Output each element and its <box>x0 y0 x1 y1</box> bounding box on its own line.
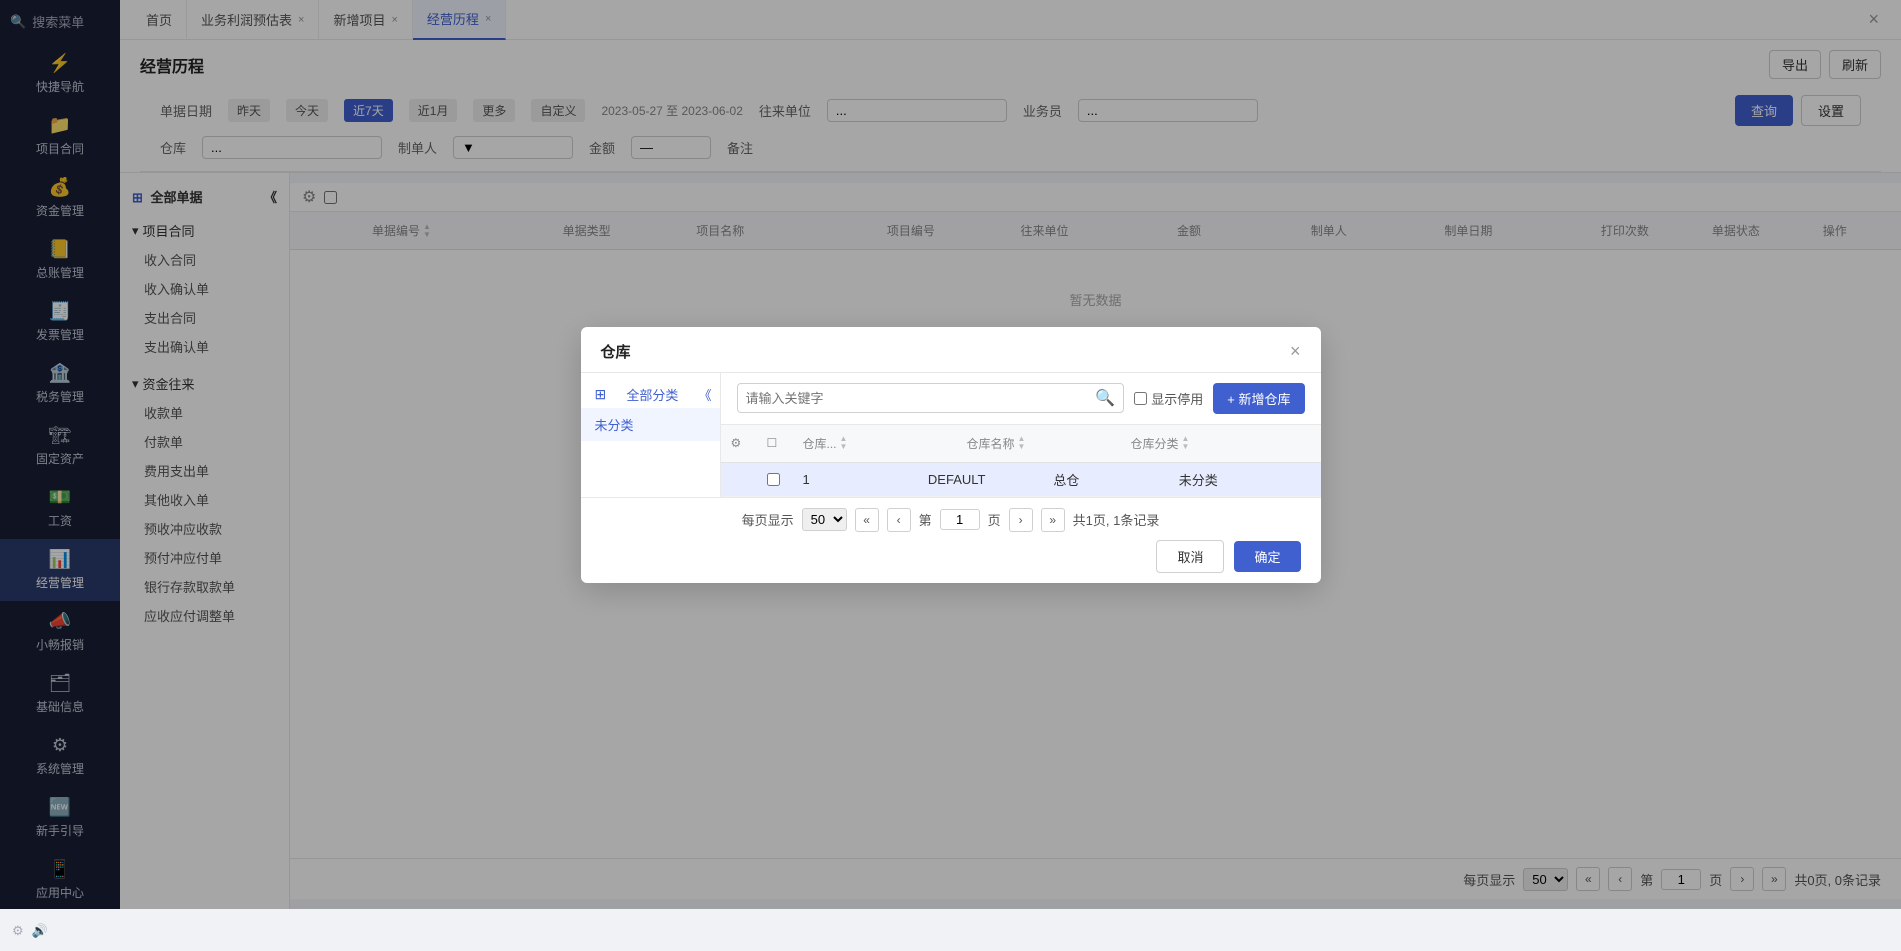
modal-table-header: ⚙ ☐ 仓库... ▲▼ 仓库名称 ▲▼ 仓库分类 ▲▼ <box>721 425 1321 463</box>
modal-sidebar-header[interactable]: ⊞ 全部分类 《 <box>581 381 720 408</box>
modal-th-gear: ⚙ <box>721 432 757 454</box>
cancel-button[interactable]: 取消 <box>1156 540 1224 573</box>
modal-overlay: 仓库 × ⊞ 全部分类 《 未分类 <box>0 0 1901 909</box>
modal-row-index: 1 <box>793 465 918 494</box>
modal-warehouse: 仓库 × ⊞ 全部分类 《 未分类 <box>581 327 1321 583</box>
modal-page-input[interactable] <box>940 509 980 530</box>
modal-search-icon: 🔍 <box>1095 388 1115 408</box>
add-warehouse-button[interactable]: + 新增仓库 <box>1213 383 1304 414</box>
modal-row-category: 未分类 <box>1169 463 1321 496</box>
show-disabled-checkbox[interactable] <box>1134 392 1147 405</box>
show-disabled-label[interactable]: 显示停用 <box>1134 389 1203 408</box>
modal-row-name: 总仓 <box>1043 463 1168 496</box>
settings-icon[interactable]: ⚙ <box>12 923 24 939</box>
modal-row-code: DEFAULT <box>918 465 1043 494</box>
volume-icon[interactable]: 🔊 <box>32 923 48 939</box>
all-categories-label: 全部分类 <box>626 385 678 404</box>
modal-th-name: 仓库名称 ▲▼ <box>957 431 1121 456</box>
modal-page-first[interactable]: « <box>855 508 879 532</box>
modal-row-checkbox[interactable] <box>767 473 780 486</box>
modal-page-last[interactable]: » <box>1041 508 1065 532</box>
modal-content: 🔍 显示停用 + 新增仓库 ⚙ ☐ 仓库... ▲▼ <box>721 373 1321 497</box>
modal-title: 仓库 <box>601 341 631 362</box>
modal-th-code: 仓库... ▲▼ <box>793 431 957 456</box>
modal-close-icon[interactable]: × <box>1290 341 1301 362</box>
modal-page-label: 页 <box>988 510 1001 529</box>
modal-row-gear <box>721 472 757 486</box>
modal-search-input[interactable] <box>746 391 1090 406</box>
modal-table: ⚙ ☐ 仓库... ▲▼ 仓库名称 ▲▼ 仓库分类 ▲▼ <box>721 425 1321 497</box>
modal-header: 仓库 × <box>581 327 1321 373</box>
modal-sidebar-uncategorized-label: 未分类 <box>595 415 634 434</box>
modal-page-word: 第 <box>919 510 932 529</box>
modal-per-page-select[interactable]: 50 <box>802 508 847 531</box>
modal-total-label: 共1页, 1条记录 <box>1073 510 1160 529</box>
modal-sidebar-collapse[interactable]: 《 <box>698 385 711 404</box>
modal-table-row[interactable]: 1 DEFAULT 总仓 未分类 <box>721 463 1321 497</box>
modal-footer: 每页显示 50 « ‹ 第 页 › » 共1页, 1条记录 取消 确定 <box>581 497 1321 583</box>
modal-sidebar-uncategorized[interactable]: 未分类 <box>581 408 720 441</box>
modal-row-check[interactable] <box>757 466 793 493</box>
modal-pagination: 每页显示 50 « ‹ 第 页 › » 共1页, 1条记录 <box>601 508 1301 532</box>
sidebar-bottom: ⚙ 🔊 <box>0 911 120 951</box>
modal-sidebar: ⊞ 全部分类 《 未分类 <box>581 373 721 497</box>
modal-per-page-label: 每页显示 <box>742 510 794 529</box>
modal-toolbar: 🔍 显示停用 + 新增仓库 <box>721 373 1321 425</box>
modal-page-next[interactable]: › <box>1009 508 1033 532</box>
modal-page-prev[interactable]: ‹ <box>887 508 911 532</box>
all-categories-icon: ⊞ <box>595 386 607 403</box>
modal-body: ⊞ 全部分类 《 未分类 🔍 显示停用 <box>581 373 1321 497</box>
modal-actions: 取消 确定 <box>601 540 1301 573</box>
modal-search[interactable]: 🔍 <box>737 383 1125 413</box>
modal-th-check: ☐ <box>757 432 793 454</box>
modal-th-cat: 仓库分类 ▲▼ <box>1121 431 1321 456</box>
confirm-button[interactable]: 确定 <box>1234 541 1300 572</box>
